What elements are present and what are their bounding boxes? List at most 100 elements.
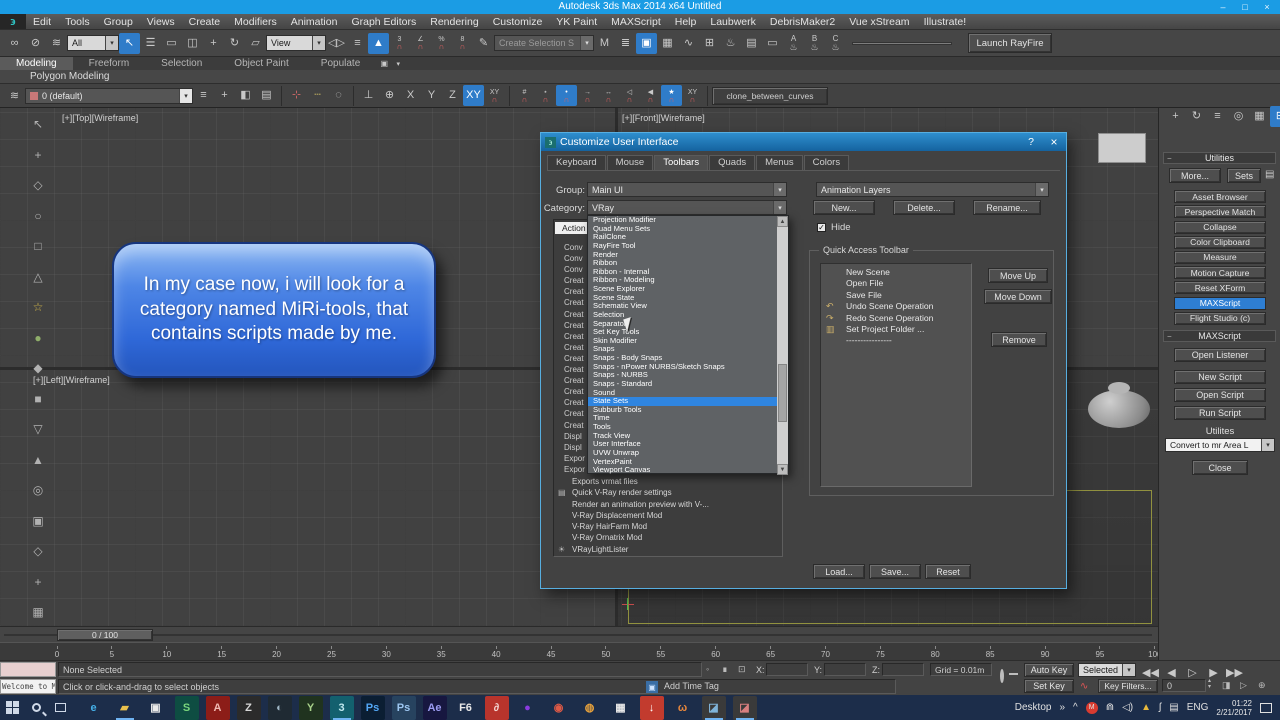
render-preset-b-icon[interactable]: B bbox=[804, 33, 825, 54]
go-to-start-button[interactable]: ◀◀ bbox=[1140, 663, 1161, 684]
file-explorer-icon[interactable]: ▰ bbox=[113, 696, 137, 720]
add-time-tag-label[interactable]: Add Time Tag bbox=[664, 681, 719, 691]
new-toolbar-button[interactable]: New... bbox=[813, 200, 875, 215]
layer-explorer-icon[interactable]: ▲ bbox=[368, 32, 389, 54]
move-down-button[interactable]: Move Down bbox=[984, 289, 1052, 304]
run-script-button[interactable]: Run Script bbox=[1174, 406, 1266, 420]
menu-item[interactable]: Views bbox=[140, 14, 182, 30]
viewport-layout-icon[interactable]: ◨ bbox=[1222, 680, 1231, 691]
curve-editor-icon[interactable]: ∿ bbox=[678, 33, 699, 54]
selection-lock-icon[interactable]: ∎ bbox=[722, 664, 728, 675]
utility-button[interactable]: MAXScript bbox=[1174, 296, 1266, 310]
vray-action-item[interactable]: Exports vrmat files bbox=[555, 476, 781, 487]
desktop-toolbar-label[interactable]: Desktop bbox=[1015, 702, 1052, 713]
scroll-up-icon[interactable]: ▲ bbox=[777, 216, 788, 227]
edge-icon[interactable]: e bbox=[82, 696, 106, 720]
render-preset-a-icon[interactable]: A bbox=[783, 33, 804, 54]
align-tool-icon[interactable]: ≣ bbox=[615, 33, 636, 54]
align-icon[interactable]: ≡ bbox=[347, 33, 368, 54]
x-coordinate-field[interactable] bbox=[766, 663, 808, 676]
vray-action-item[interactable]: Render an animation preview with V-... bbox=[555, 499, 781, 510]
select-and-scale-icon[interactable]: ▱ bbox=[245, 33, 266, 54]
ribbon-tab[interactable]: Selection bbox=[145, 57, 218, 70]
category-option[interactable]: Snaps - Standard bbox=[588, 379, 779, 389]
utility-button[interactable]: Asset Browser bbox=[1174, 190, 1266, 204]
y-coordinate-field[interactable] bbox=[824, 663, 866, 676]
sets-button[interactable]: Sets bbox=[1227, 168, 1261, 183]
manage-layers-icon[interactable]: ▣ bbox=[636, 32, 657, 54]
axis-y-button[interactable]: Y bbox=[421, 85, 442, 106]
menu-item[interactable]: Laubwerk bbox=[703, 14, 763, 30]
layer-stack-icon[interactable]: ≋ bbox=[4, 85, 25, 106]
tool-grid-icon[interactable]: ▦ bbox=[26, 600, 50, 624]
bind-to-spacewarp-icon[interactable]: ≋ bbox=[46, 33, 67, 54]
mirror-tool-icon[interactable]: M bbox=[594, 33, 615, 54]
endpoint-snap-icon[interactable]: → bbox=[577, 85, 598, 106]
menu-item[interactable]: Vue xStream bbox=[842, 14, 916, 30]
utility-button[interactable]: Color Clipboard bbox=[1174, 235, 1266, 249]
launch-rayfire-button[interactable]: Launch RayFire bbox=[968, 33, 1052, 53]
tool-torus-icon[interactable]: ◎ bbox=[26, 478, 50, 502]
auto-key-button[interactable]: Auto Key bbox=[1024, 663, 1074, 677]
dialog-close-icon[interactable]: × bbox=[1042, 135, 1066, 149]
utility-button[interactable]: Reset XForm bbox=[1174, 281, 1266, 295]
axis-constraint-snap-icon[interactable]: XY bbox=[682, 85, 703, 106]
media-app-icon[interactable]: ω bbox=[671, 696, 695, 720]
zoom-icon[interactable]: ⊕ bbox=[1258, 680, 1266, 691]
category-option[interactable]: Skin Modifier bbox=[588, 336, 779, 346]
select-and-link-icon[interactable]: ∞ bbox=[4, 33, 25, 54]
toolbar-chevron-icon[interactable]: » bbox=[1059, 702, 1065, 713]
clone-between-curves-button[interactable]: clone_between_curves bbox=[712, 86, 828, 105]
menu-item[interactable]: Group bbox=[97, 14, 140, 30]
frame-spinner[interactable]: ▴ ▾ bbox=[1208, 678, 1211, 690]
set-key-button[interactable]: Set Key bbox=[1024, 679, 1074, 693]
menu-item[interactable]: Customize bbox=[486, 14, 550, 30]
drive-icon[interactable]: ▲ bbox=[1141, 702, 1151, 713]
checkbox-checked-icon[interactable]: ✓ bbox=[817, 223, 826, 232]
isolate-icon[interactable]: ◦ bbox=[706, 664, 709, 674]
notification-badge[interactable]: M bbox=[1085, 701, 1098, 714]
maximize-button[interactable]: □ bbox=[1234, 0, 1256, 13]
tool-select-icon[interactable]: ↖ bbox=[26, 112, 50, 136]
ribbon-tab[interactable]: Freeform bbox=[73, 57, 146, 70]
action-center-icon[interactable] bbox=[1260, 702, 1272, 713]
rename-toolbar-button[interactable]: Rename... bbox=[973, 200, 1041, 215]
dialog-tab[interactable]: Colors bbox=[803, 154, 850, 170]
snaps-toggle-icon[interactable]: 3 bbox=[389, 33, 410, 54]
time-tag-icon[interactable]: ▣ bbox=[646, 681, 658, 693]
select-by-name-icon[interactable]: ☰ bbox=[140, 33, 161, 54]
clipboard-tool-icon[interactable]: ʃ bbox=[1159, 702, 1161, 713]
current-frame-field[interactable]: 0 bbox=[1162, 679, 1206, 692]
mirror-icon[interactable]: ◁▷ bbox=[326, 33, 347, 54]
midpoint-snap-icon[interactable]: ↔ bbox=[598, 85, 619, 106]
scroll-thumb[interactable] bbox=[778, 364, 787, 422]
tool-plane-icon[interactable]: ▣ bbox=[26, 509, 50, 533]
maxscript-mini-listener[interactable]: Welcome to M bbox=[0, 679, 56, 694]
isolate-selection-icon[interactable]: ◧ bbox=[235, 85, 256, 106]
utility-button[interactable]: Measure bbox=[1174, 250, 1266, 264]
store-icon[interactable]: ▣ bbox=[144, 696, 168, 720]
tool-move-icon[interactable]: + bbox=[26, 143, 50, 167]
menu-item[interactable]: MAXScript bbox=[604, 14, 668, 30]
timeline[interactable]: 0 / 100 bbox=[0, 626, 1158, 642]
menu-item[interactable]: Create bbox=[182, 14, 228, 30]
pan-icon[interactable]: ▷ bbox=[1240, 680, 1247, 691]
downloader-icon[interactable]: ↓ bbox=[639, 695, 664, 720]
group-combo[interactable]: Main UI ▾ bbox=[587, 182, 787, 197]
tool-diamond-icon[interactable]: ◇ bbox=[26, 173, 50, 197]
display-tab-icon[interactable]: ▦ bbox=[1249, 106, 1270, 127]
3dsmax-icon[interactable]: 3 bbox=[329, 695, 354, 720]
pivot-snap-icon[interactable]: ⋆ bbox=[535, 85, 556, 106]
constraint-none-icon[interactable]: ⊥ bbox=[358, 85, 379, 106]
rendered-frame-icon[interactable]: ▭ bbox=[762, 33, 783, 54]
render-preset-c-icon[interactable]: C bbox=[825, 33, 846, 54]
viewport-label-top[interactable]: [+][Top][Wireframe] bbox=[62, 113, 138, 123]
tool-inverted-cone-icon[interactable]: ▽ bbox=[26, 417, 50, 441]
scene-object-teapot[interactable] bbox=[1088, 390, 1150, 428]
spinner-snap-icon[interactable]: 8 bbox=[452, 33, 473, 54]
hide-checkbox-row[interactable]: ✓ Hide bbox=[817, 222, 851, 233]
utilities-config-icon[interactable]: ▤ bbox=[1265, 169, 1274, 180]
reference-coordinate-combo[interactable]: View ▾ bbox=[266, 35, 326, 51]
dropdown-scrollbar[interactable]: ▲ ▼ bbox=[777, 216, 788, 475]
category-option[interactable]: Subburb Tools bbox=[588, 405, 779, 415]
